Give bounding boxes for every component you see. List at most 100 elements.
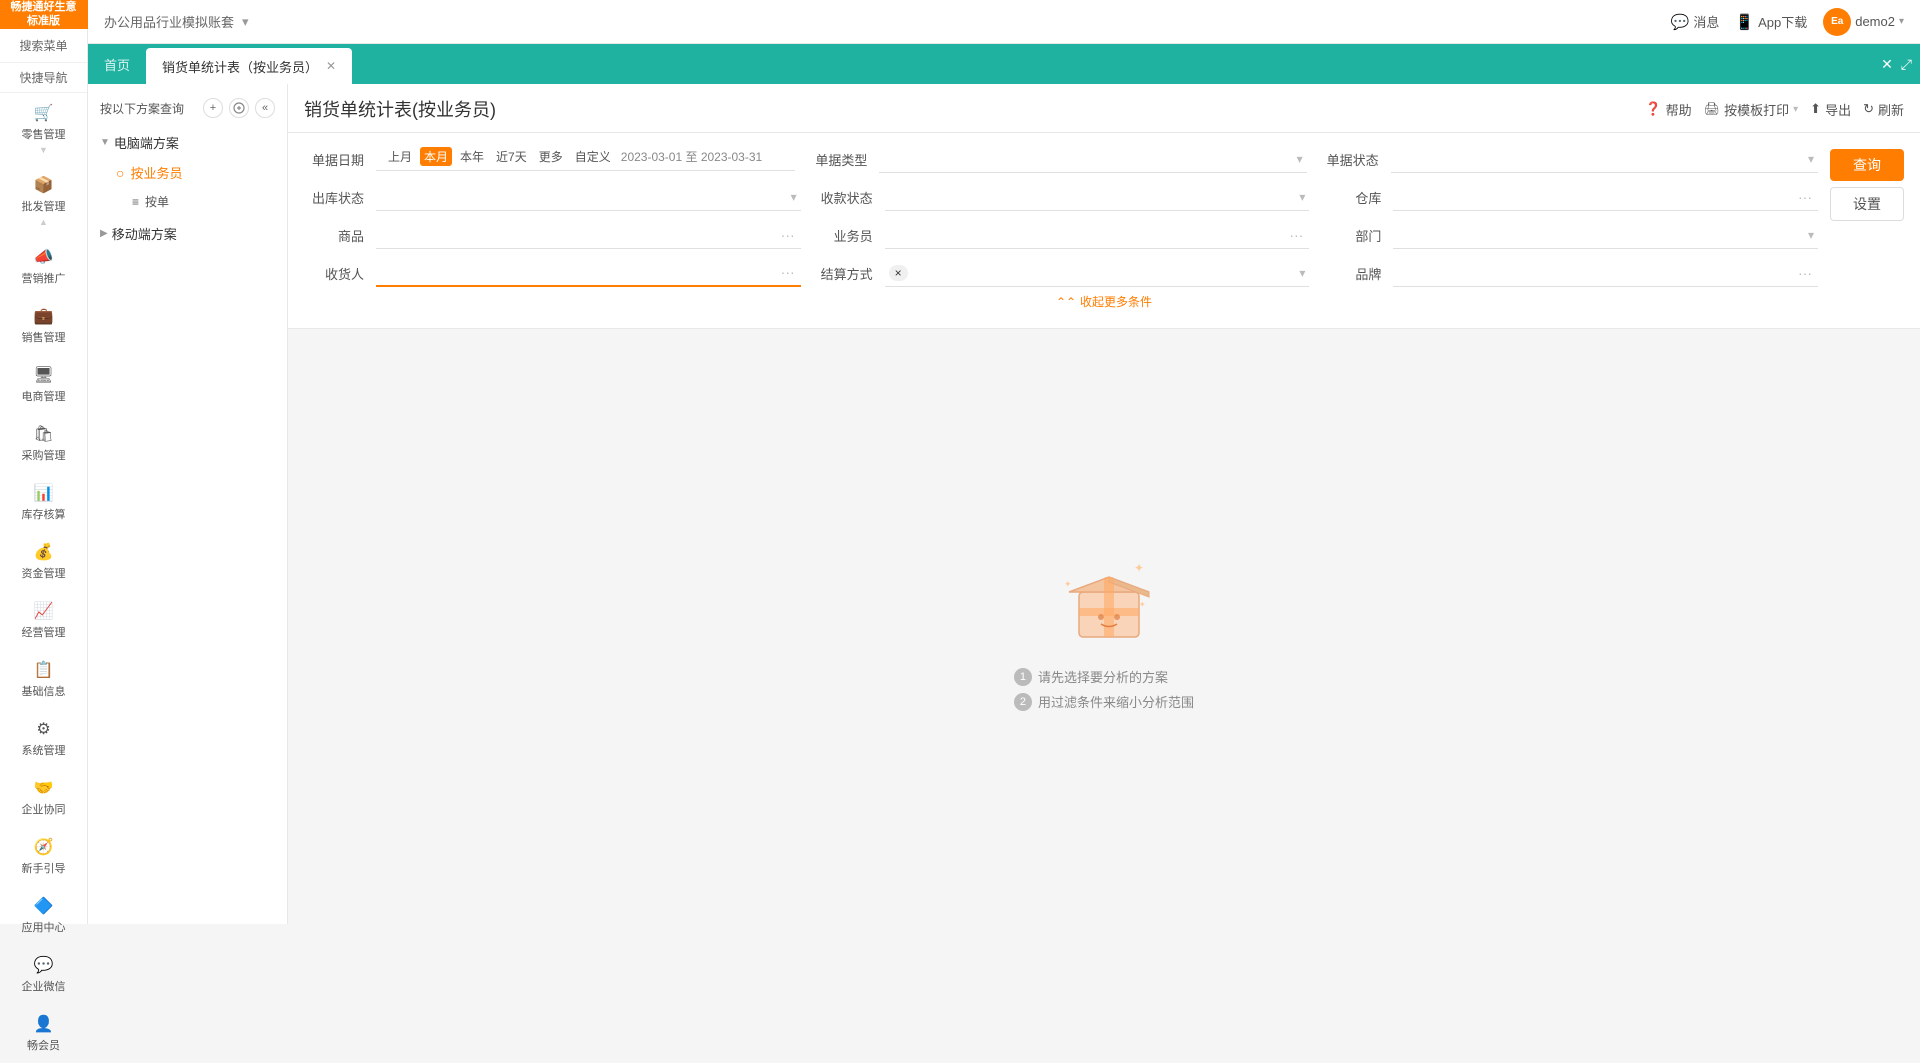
- sidebar-item-purchase[interactable]: 🛍 采购管理: [0, 414, 87, 473]
- collapse-panel-btn[interactable]: «: [255, 98, 275, 118]
- staff-field[interactable]: ···: [885, 221, 1310, 249]
- retail-label: 零售管理: [22, 126, 66, 142]
- pc-section-label: 电脑端方案: [114, 133, 179, 152]
- print-icon: 🖨: [1704, 101, 1721, 117]
- shortcut-this-year[interactable]: 本年: [456, 147, 488, 166]
- retail-arrow: ▼: [39, 145, 48, 155]
- empty-steps: 1 请先选择要分析的方案 2 用过滤条件来缩小分析范围: [1014, 667, 1194, 711]
- sidebar-item-inventory[interactable]: 📊 库存核算: [0, 473, 87, 532]
- sidebar-item-wechat[interactable]: 💬 企业微信: [0, 945, 87, 1004]
- sidebar-search[interactable]: 搜索菜单: [0, 29, 87, 63]
- collapse-filter-btn[interactable]: ⌃⌃ 收起更多条件: [304, 287, 1904, 316]
- shortcut-last-month[interactable]: 上月: [384, 147, 416, 166]
- mobile-section-label: 移动端方案: [112, 224, 177, 243]
- tab-home[interactable]: 首页: [88, 44, 146, 84]
- refresh-label: 刷新: [1878, 100, 1904, 119]
- help-icon: ❓: [1645, 101, 1661, 117]
- print-dropdown-icon: ▾: [1793, 104, 1798, 115]
- left-panel-item-by-staff[interactable]: ○ 按业务员: [88, 157, 287, 188]
- sidebar-quick-nav[interactable]: 快捷导航: [0, 63, 87, 93]
- payment-dropdown-icon: ▾: [1299, 266, 1305, 280]
- industry-dropdown-icon[interactable]: ▾: [242, 14, 249, 30]
- collapse-label: 收起更多条件: [1080, 293, 1152, 310]
- query-btn[interactable]: 查询: [1830, 149, 1904, 181]
- sidebar-item-appcenter[interactable]: 🔷 应用中心: [0, 886, 87, 945]
- edit-scheme-btn[interactable]: [229, 98, 249, 118]
- svg-text:✦: ✦: [1134, 561, 1144, 575]
- message-label: 消息: [1693, 12, 1719, 31]
- sidebar-item-marketing[interactable]: 📣 营销推广: [0, 237, 87, 296]
- operations-label: 经营管理: [22, 624, 66, 640]
- goods-field[interactable]: ···: [376, 221, 801, 249]
- doc-status-dropdown-icon: ▾: [1808, 152, 1814, 166]
- payment-field[interactable]: × ▾: [885, 259, 1310, 287]
- wholesale-arrow: ▲: [39, 217, 48, 227]
- sidebar-item-newbie[interactable]: 🧭 新手引导: [0, 827, 87, 886]
- tab-close-btn[interactable]: ✕: [326, 59, 336, 73]
- warehouse-field[interactable]: ···: [1393, 183, 1818, 211]
- shortcut-7days[interactable]: 近7天: [492, 147, 531, 166]
- left-panel-sub-item-by-order[interactable]: ≡ 按单: [88, 188, 287, 215]
- dept-field[interactable]: ▾: [1393, 221, 1818, 249]
- shortcut-custom[interactable]: 自定义: [571, 147, 615, 166]
- pc-section-header[interactable]: ▼ 电脑端方案: [88, 128, 287, 157]
- user-menu[interactable]: Ea demo2 ▾: [1823, 8, 1904, 36]
- shortcut-more[interactable]: 更多: [535, 147, 567, 166]
- doc-status-field[interactable]: ▾: [1391, 145, 1818, 173]
- left-panel-header-icons: + «: [203, 98, 275, 118]
- filter-row-2: 出库状态 ▾ 收款状态 ▾ 仓库: [304, 183, 1818, 211]
- tab-maximize-icon[interactable]: ⤢: [1901, 56, 1912, 73]
- topbar-left: 办公用品行业模拟账套 ▾: [104, 12, 249, 31]
- sidebar-item-sales[interactable]: 💼 销售管理: [0, 296, 87, 355]
- doc-type-dropdown-icon: ▾: [1297, 152, 1303, 166]
- sales-label: 销售管理: [22, 329, 66, 345]
- doc-status-label: 单据状态: [1319, 150, 1379, 169]
- purchase-icon: 🛍: [33, 424, 53, 444]
- pay-status-field[interactable]: ▾: [885, 183, 1310, 211]
- enterprise-label: 企业协同: [22, 801, 66, 817]
- print-btn[interactable]: 🖨 按模板打印 ▾: [1704, 100, 1799, 119]
- export-btn[interactable]: ⬆ 导出: [1810, 100, 1851, 119]
- refresh-btn[interactable]: ↻ 刷新: [1863, 100, 1904, 119]
- content-area: 按以下方案查询 + « ▼ 电脑端方案 ○ 按业务员: [88, 84, 1920, 924]
- sales-icon: 💼: [34, 306, 54, 326]
- empty-illustration: ✦ ✦ ✦: [1049, 542, 1159, 655]
- tab-home-label: 首页: [104, 55, 130, 74]
- help-btn[interactable]: ❓ 帮助: [1645, 100, 1691, 119]
- user-dropdown-icon: ▾: [1899, 16, 1904, 27]
- finance-label: 资金管理: [22, 565, 66, 581]
- consignee-field[interactable]: ···: [376, 259, 801, 287]
- system-label: 系统管理: [22, 742, 66, 758]
- system-icon: ⚙: [36, 719, 50, 739]
- by-staff-icon: ○: [116, 165, 124, 181]
- purchase-label: 采购管理: [22, 447, 66, 463]
- shortcut-this-month[interactable]: 本月: [420, 147, 452, 166]
- sidebar-item-system[interactable]: ⚙ 系统管理: [0, 709, 87, 768]
- marketing-icon: 📣: [34, 247, 54, 267]
- brand-field[interactable]: ···: [1393, 259, 1818, 287]
- out-status-field[interactable]: ▾: [376, 183, 801, 211]
- add-scheme-btn[interactable]: +: [203, 98, 223, 118]
- sidebar-item-wholesale[interactable]: 📦 批发管理 ▲: [0, 165, 87, 237]
- tab-close-window-icon[interactable]: ✕: [1881, 56, 1893, 73]
- brand-dots: ···: [1798, 265, 1812, 281]
- sidebar-item-member[interactable]: 👤 畅会员: [0, 1004, 87, 1063]
- sidebar-item-retail[interactable]: 🛒 零售管理 ▼: [0, 93, 87, 165]
- empty-box-svg: ✦ ✦ ✦: [1049, 542, 1159, 652]
- ecommerce-label: 电商管理: [22, 388, 66, 404]
- sidebar-item-basic[interactable]: 📋 基础信息: [0, 650, 87, 709]
- sidebar-item-enterprise[interactable]: 🤝 企业协同: [0, 768, 87, 827]
- app-download-btn[interactable]: 📱 App下载: [1735, 12, 1807, 31]
- sidebar-item-operations[interactable]: 📈 经营管理: [0, 591, 87, 650]
- logo-text: 畅捷通好生意: [11, 0, 77, 14]
- settings-btn[interactable]: 设置: [1830, 187, 1904, 221]
- sidebar-item-ecommerce[interactable]: 🖥 电商管理: [0, 355, 87, 414]
- payment-tag-x[interactable]: ×: [895, 266, 902, 280]
- empty-state: ✦ ✦ ✦ 1 请先选择要分析的方案 2 用过滤条件来缩小分析范围: [288, 329, 1920, 924]
- doc-type-field[interactable]: ▾: [879, 145, 1306, 173]
- sidebar-item-finance[interactable]: 💰 资金管理: [0, 532, 87, 591]
- mobile-section-header[interactable]: ▶ 移动端方案: [88, 219, 287, 248]
- tab-sales-stat[interactable]: 销货单统计表（按业务员） ✕: [146, 48, 352, 84]
- message-btn[interactable]: 💬 消息: [1671, 12, 1720, 31]
- wholesale-label: 批发管理: [22, 198, 66, 214]
